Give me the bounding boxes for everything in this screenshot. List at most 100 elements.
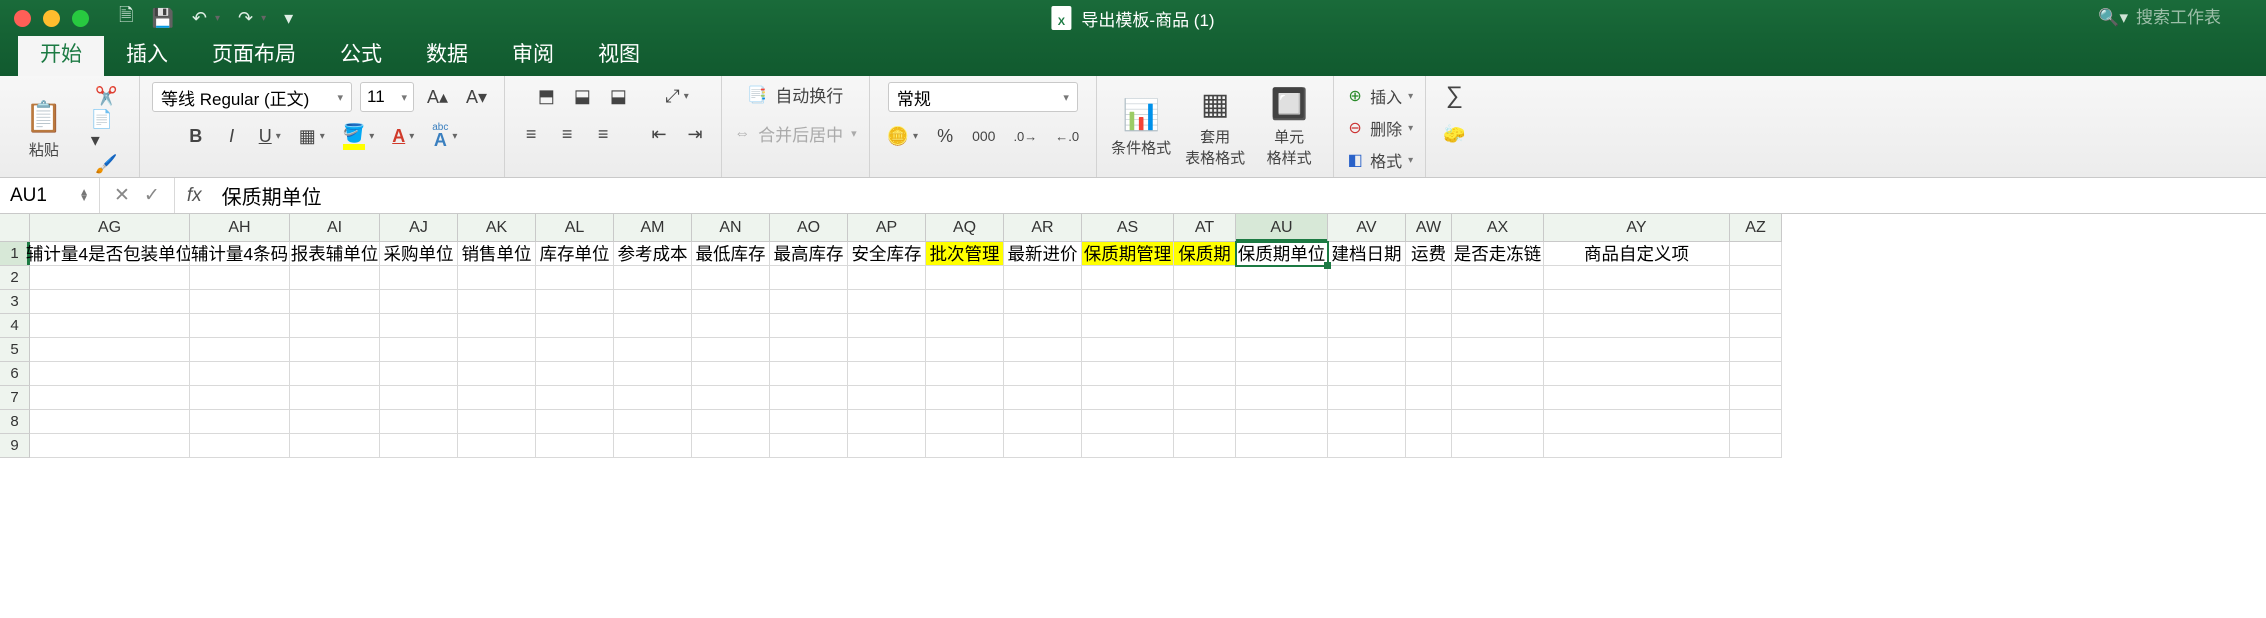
cell-AH5[interactable] [190, 338, 290, 362]
cell-AN7[interactable] [692, 386, 770, 410]
cell-AO2[interactable] [770, 266, 848, 290]
cell-AM4[interactable] [614, 314, 692, 338]
cell-AN4[interactable] [692, 314, 770, 338]
col-header-AW[interactable]: AW [1406, 214, 1452, 242]
cell-AU2[interactable] [1236, 266, 1328, 290]
cell-AV4[interactable] [1328, 314, 1406, 338]
cell-AS7[interactable] [1082, 386, 1174, 410]
tab-3[interactable]: 公式 [318, 32, 404, 76]
col-header-AZ[interactable]: AZ [1730, 214, 1782, 242]
col-header-AR[interactable]: AR [1004, 214, 1082, 242]
decrease-decimal-button[interactable]: ←.0 [1050, 122, 1084, 150]
cell-AL8[interactable] [536, 410, 614, 434]
cell-AI3[interactable] [290, 290, 380, 314]
row-header-7[interactable]: 7 [0, 386, 30, 410]
col-header-AH[interactable]: AH [190, 214, 290, 242]
close-window-button[interactable] [14, 10, 31, 27]
cell-AQ1[interactable]: 批次管理 [926, 242, 1004, 266]
cell-AR2[interactable] [1004, 266, 1082, 290]
cell-AS3[interactable] [1082, 290, 1174, 314]
delete-cells-button[interactable]: ⊖删除▾ [1346, 114, 1413, 142]
cell-AW8[interactable] [1406, 410, 1452, 434]
undo-button[interactable]: ↶ [192, 8, 220, 29]
format-as-table-button[interactable]: ▦套用 表格格式 [1183, 87, 1247, 168]
cell-AG5[interactable] [30, 338, 190, 362]
cell-AZ9[interactable] [1730, 434, 1782, 458]
col-header-AM[interactable]: AM [614, 214, 692, 242]
cell-AP4[interactable] [848, 314, 926, 338]
cell-AK9[interactable] [458, 434, 536, 458]
cell-AZ8[interactable] [1730, 410, 1782, 434]
cell-AN5[interactable] [692, 338, 770, 362]
cell-AZ1[interactable] [1730, 242, 1782, 266]
phonetic-button[interactable]: abcA [427, 122, 462, 150]
cell-AY2[interactable] [1544, 266, 1730, 290]
cell-AJ9[interactable] [380, 434, 458, 458]
cell-AV1[interactable]: 建档日期 [1328, 242, 1406, 266]
cell-AJ8[interactable] [380, 410, 458, 434]
tab-5[interactable]: 审阅 [490, 32, 576, 76]
cell-AY4[interactable] [1544, 314, 1730, 338]
cell-AQ6[interactable] [926, 362, 1004, 386]
cell-AY8[interactable] [1544, 410, 1730, 434]
cell-AN2[interactable] [692, 266, 770, 290]
cell-AV9[interactable] [1328, 434, 1406, 458]
maximize-window-button[interactable] [72, 10, 89, 27]
cell-AL7[interactable] [536, 386, 614, 410]
cells-area[interactable]: 辅计量4是否包装单位辅计量4条码报表辅单位采购单位销售单位库存单位参考成本最低库… [30, 242, 1782, 458]
cell-AP1[interactable]: 安全库存 [848, 242, 926, 266]
wrap-text-button[interactable]: 📑自动换行 [747, 82, 843, 107]
cell-AM2[interactable] [614, 266, 692, 290]
cell-AX8[interactable] [1452, 410, 1544, 434]
cell-AX4[interactable] [1452, 314, 1544, 338]
cell-AT5[interactable] [1174, 338, 1236, 362]
cell-AR8[interactable] [1004, 410, 1082, 434]
col-header-AN[interactable]: AN [692, 214, 770, 242]
cell-AH1[interactable]: 辅计量4条码 [190, 242, 290, 266]
merge-center-button[interactable]: ⇔合并后居中▾ [734, 121, 857, 146]
cut-button[interactable]: ✂️ [86, 82, 127, 110]
cell-AY1[interactable]: 商品自定义项 [1544, 242, 1730, 266]
col-header-AK[interactable]: AK [458, 214, 536, 242]
cell-AW7[interactable] [1406, 386, 1452, 410]
cell-AK7[interactable] [458, 386, 536, 410]
row-header-4[interactable]: 4 [0, 314, 30, 338]
cell-AH2[interactable] [190, 266, 290, 290]
cell-AL1[interactable]: 库存单位 [536, 242, 614, 266]
cell-AI4[interactable] [290, 314, 380, 338]
col-header-AU[interactable]: AU [1236, 214, 1328, 242]
cell-AK8[interactable] [458, 410, 536, 434]
align-bottom-button[interactable]: ⬓ [604, 82, 632, 110]
accept-formula-button[interactable]: ✓ [144, 184, 160, 207]
cell-AZ6[interactable] [1730, 362, 1782, 386]
cell-AM7[interactable] [614, 386, 692, 410]
cell-AL9[interactable] [536, 434, 614, 458]
cell-AR7[interactable] [1004, 386, 1082, 410]
cell-AG8[interactable] [30, 410, 190, 434]
cell-AR9[interactable] [1004, 434, 1082, 458]
cell-AY5[interactable] [1544, 338, 1730, 362]
cell-AU3[interactable] [1236, 290, 1328, 314]
cell-AY3[interactable] [1544, 290, 1730, 314]
cell-AT1[interactable]: 保质期 [1174, 242, 1236, 266]
cell-AZ5[interactable] [1730, 338, 1782, 362]
cell-AH3[interactable] [190, 290, 290, 314]
cell-AI7[interactable] [290, 386, 380, 410]
cell-AR4[interactable] [1004, 314, 1082, 338]
cell-AO3[interactable] [770, 290, 848, 314]
cell-AH9[interactable] [190, 434, 290, 458]
orientation-button[interactable]: ⤢ [660, 82, 693, 110]
format-painter-button[interactable]: 🖌️ [86, 150, 127, 178]
cell-AH7[interactable] [190, 386, 290, 410]
cell-AY7[interactable] [1544, 386, 1730, 410]
cell-AG9[interactable] [30, 434, 190, 458]
format-cells-button[interactable]: ◧格式▾ [1346, 146, 1413, 174]
cell-AP3[interactable] [848, 290, 926, 314]
cell-AG2[interactable] [30, 266, 190, 290]
cell-AT4[interactable] [1174, 314, 1236, 338]
cell-AW1[interactable]: 运费 [1406, 242, 1452, 266]
paste-button[interactable]: 📋 粘贴 [12, 100, 76, 160]
border-button[interactable]: ▦ [294, 122, 330, 150]
row-header-6[interactable]: 6 [0, 362, 30, 386]
bold-button[interactable]: B [182, 122, 210, 150]
